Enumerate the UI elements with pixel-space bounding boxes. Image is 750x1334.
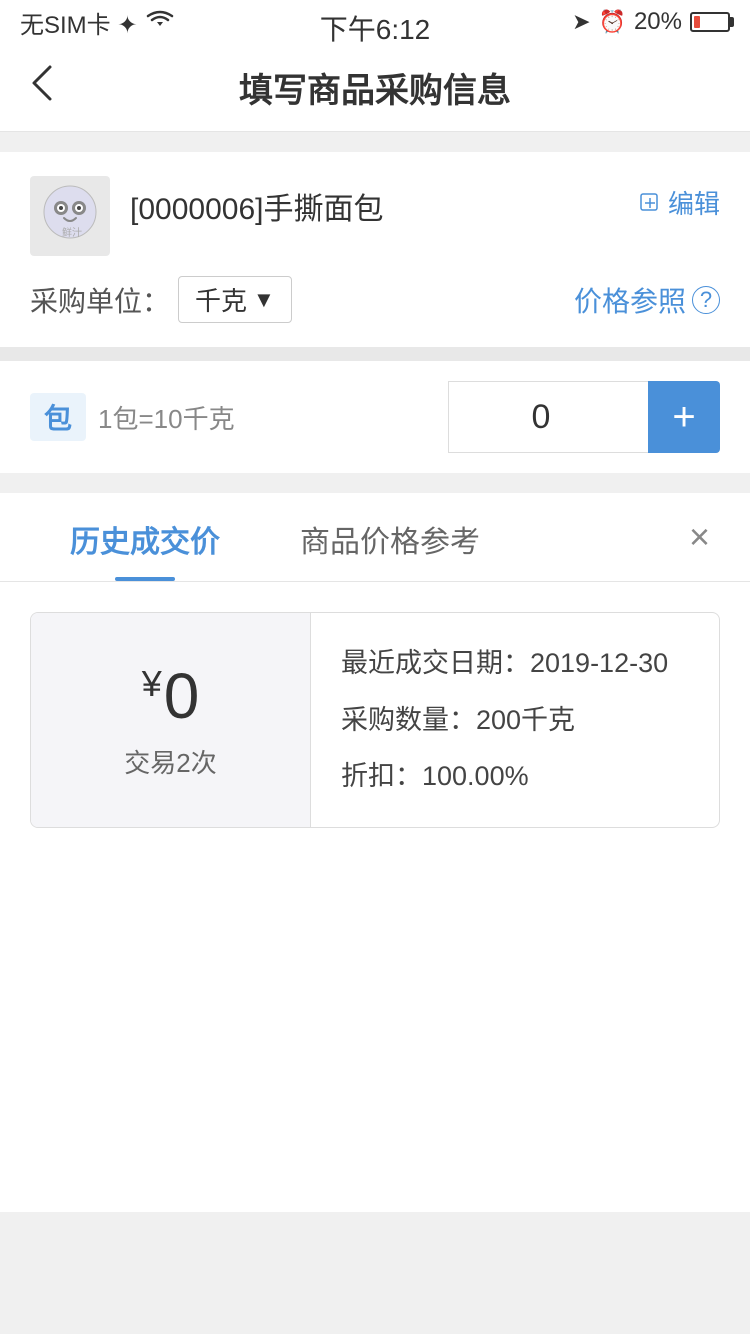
purchase-qty-value: 200千克 — [476, 705, 575, 735]
dropdown-arrow-icon: ▼ — [253, 287, 275, 313]
help-icon: ? — [692, 286, 720, 314]
discount-label: 折扣： — [341, 761, 422, 791]
location-icon: ➤ — [572, 9, 590, 35]
discount-row: 折扣：100.00% — [341, 756, 689, 797]
product-unit-row: 采购单位： 千克 ▼ 价格参照 ? — [30, 276, 720, 323]
nav-bar: 填写商品采购信息 — [0, 44, 750, 132]
status-left: 无SIM卡 ✦ — [20, 5, 175, 40]
quantity-row: 包 1包=10千克 + — [0, 361, 750, 473]
recent-date-label: 最近成交日期： — [341, 648, 530, 678]
battery-percent: 20% — [634, 8, 682, 36]
price-card: ¥0 交易2次 最近成交日期：2019-12-30 采购数量：200千克 折扣：… — [30, 612, 720, 828]
unit-label-text: 采购单位： — [30, 280, 170, 320]
wifi-icon — [145, 8, 175, 37]
tab-product-price[interactable]: 商品价格参考 — [260, 493, 520, 581]
quantity-unit-info: 包 1包=10千克 — [30, 393, 235, 441]
price-amount: ¥0 — [142, 659, 200, 733]
product-logo-icon: 鲜汁 — [40, 182, 100, 250]
alarm-icon: ⏰ — [599, 9, 626, 35]
svg-text:鲜汁: 鲜汁 — [62, 226, 82, 239]
recent-date-row: 最近成交日期：2019-12-30 — [341, 643, 689, 684]
carrier-text: 无SIM卡 ✦ — [20, 5, 137, 40]
status-bar: 无SIM卡 ✦ 下午6:12 ➤ ⏰ 20% — [0, 0, 750, 44]
section-divider — [0, 347, 750, 361]
currency-symbol: ¥ — [142, 663, 162, 704]
unit-label: 采购单位： 千克 ▼ — [30, 276, 292, 323]
price-value: 0 — [164, 660, 200, 732]
price-details: 最近成交日期：2019-12-30 采购数量：200千克 折扣：100.00% — [311, 613, 719, 827]
price-ref-label: 价格参照 — [574, 280, 686, 320]
edit-label: 编辑 — [668, 184, 720, 221]
tab-history-price[interactable]: 历史成交价 — [30, 493, 260, 581]
product-header: 鲜汁 [0000006]手撕面包 编辑 — [30, 176, 720, 256]
tab-product-label: 商品价格参考 — [300, 526, 480, 559]
back-button[interactable] — [30, 53, 64, 122]
tab-close-button[interactable]: × — [679, 506, 720, 568]
tabs-header: 历史成交价 商品价格参考 × — [0, 493, 750, 582]
price-summary: ¥0 交易2次 — [31, 613, 311, 827]
purchase-qty-label: 采购数量： — [341, 705, 476, 735]
quantity-input[interactable] — [448, 381, 648, 453]
product-left: 鲜汁 [0000006]手撕面包 — [30, 176, 383, 256]
battery-icon — [690, 12, 730, 32]
quantity-increment-button[interactable]: + — [648, 381, 720, 453]
price-reference-link[interactable]: 价格参照 ? — [574, 280, 720, 320]
unit-badge: 包 — [30, 393, 86, 441]
product-card: 鲜汁 [0000006]手撕面包 编辑 采购单位： 千克 ▼ 价格参照 — [0, 152, 750, 347]
unit-select-dropdown[interactable]: 千克 ▼ — [178, 276, 292, 323]
recent-date-value: 2019-12-30 — [530, 648, 668, 678]
status-right: ➤ ⏰ 20% — [572, 8, 730, 36]
unit-value: 千克 — [195, 281, 247, 318]
tab-history-label: 历史成交价 — [70, 526, 220, 559]
trade-count: 交易2次 — [124, 743, 216, 780]
purchase-qty-row: 采购数量：200千克 — [341, 700, 689, 741]
unit-conversion: 1包=10千克 — [98, 399, 235, 436]
tabs-section: 历史成交价 商品价格参考 × ¥0 交易2次 最近成交日期：2019-12-30… — [0, 493, 750, 1212]
edit-button[interactable]: 编辑 — [638, 176, 720, 221]
quantity-input-group: + — [448, 381, 720, 453]
status-time: 下午6:12 — [320, 8, 431, 48]
product-thumbnail: 鲜汁 — [30, 176, 110, 256]
product-name: [0000006]手撕面包 — [130, 176, 383, 228]
tab-content-area: ¥0 交易2次 最近成交日期：2019-12-30 采购数量：200千克 折扣：… — [0, 612, 750, 1212]
discount-value: 100.00% — [422, 761, 529, 791]
page-title: 填写商品采购信息 — [239, 63, 511, 112]
